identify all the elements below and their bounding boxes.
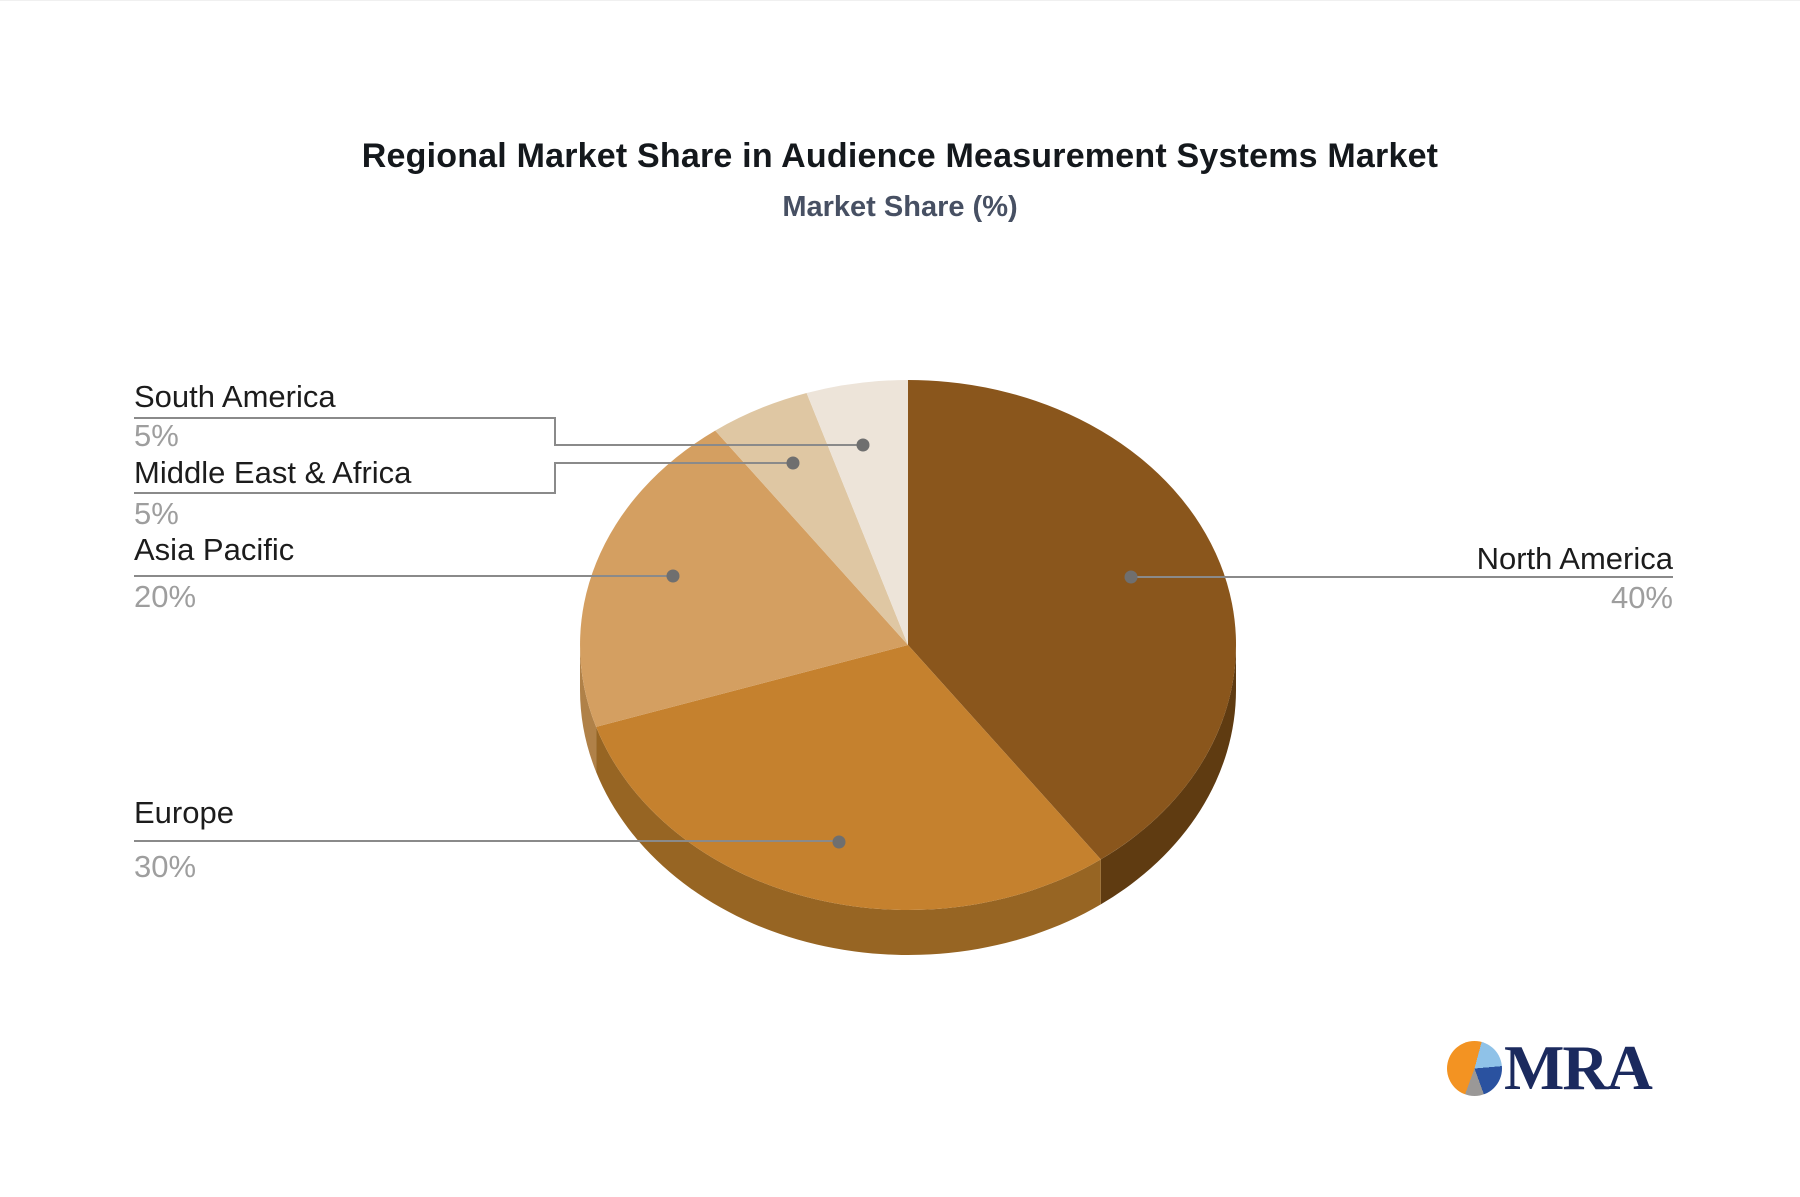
slice-value: 5% [134,418,179,453]
slice-value: 5% [134,496,179,531]
chart-canvas: Regional Market Share in Audience Measur… [0,0,1800,1197]
slice-value: 30% [134,849,197,884]
logo-pie-icon [1447,1040,1502,1096]
slice-value: 40% [1610,580,1673,615]
leader-dot-europe [832,835,846,849]
mra-logo: MRA [1447,1032,1653,1103]
leader-dot-middle-east-africa [786,456,800,470]
slice-value: 20% [134,579,197,614]
slice-label: North America [1476,541,1673,576]
callout-europe: Europe 30% [134,794,234,886]
slice-label: Asia Pacific [134,532,295,567]
callout-south-america: South America 5% [134,378,336,455]
logo-text: MRA [1504,1032,1653,1103]
leader-dot-asia-pacific [666,569,680,583]
leader-dot-north-america [1124,570,1138,584]
callout-asia-pacific: Asia Pacific 20% [134,531,294,616]
slice-label: Middle East & Africa [134,455,412,490]
slice-label: South America [134,379,336,414]
callout-north-america: North America 40% [1477,540,1673,617]
leader-dot-south-america [856,438,870,452]
callout-middle-east-africa: Middle East & Africa 5% [134,454,411,533]
slice-label: Europe [134,795,234,830]
